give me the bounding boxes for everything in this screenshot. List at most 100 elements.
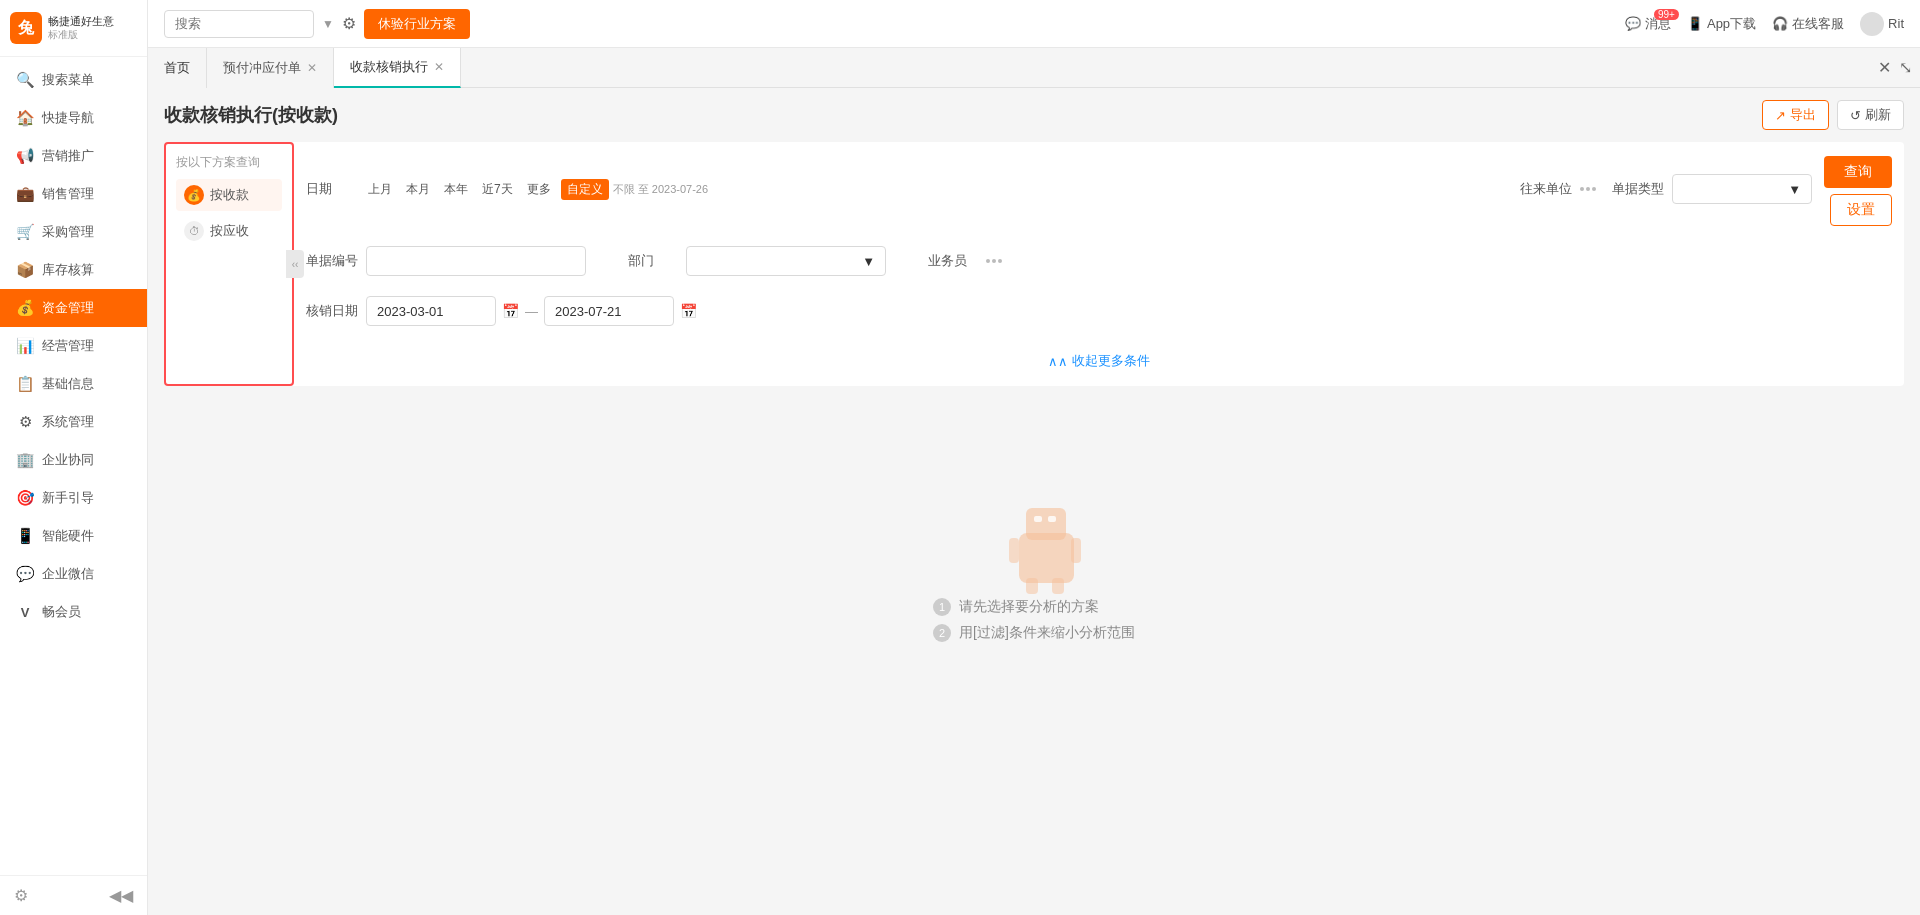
app-download-button[interactable]: 📱 App下载: [1687, 15, 1756, 33]
sidebar-item-basicinfo[interactable]: 📋 基础信息: [0, 365, 147, 403]
sidebar-item-hardware[interactable]: 📱 智能硬件: [0, 517, 147, 555]
tab-prepay-label: 预付冲应付单: [223, 59, 301, 77]
date-7days[interactable]: 近7天: [478, 179, 517, 200]
voucherno-input[interactable]: [366, 246, 586, 276]
topbar-dropdown-icon[interactable]: ▼: [322, 17, 334, 31]
settings-button[interactable]: 设置: [1830, 194, 1892, 226]
date-field-group: 日期 上月 本月 本年 近7天 更多 自定义: [306, 179, 609, 200]
sidebar-item-label: 营销推广: [42, 147, 94, 165]
guide-icon: 🎯: [16, 489, 34, 507]
date-this-month[interactable]: 本月: [402, 179, 434, 200]
svg-rect-6: [1026, 578, 1038, 594]
tab-receipt-label: 收款核销执行: [350, 58, 428, 76]
staff-dots[interactable]: [986, 259, 1002, 263]
refresh-icon: ↺: [1850, 108, 1861, 123]
vouchertype-select[interactable]: ▼: [1672, 174, 1812, 204]
tab-prepay-close-icon[interactable]: ✕: [307, 61, 317, 75]
sidebar: 兔 畅捷通好生意 标准版 🔍 搜索菜单 🏠 快捷导航 📢 营销推广 💼 销售管理…: [0, 0, 148, 915]
search-buttons: 查询 设置: [1824, 152, 1892, 226]
sidebar-item-member[interactable]: V 畅会员: [0, 593, 147, 631]
counterpart-field-group: 往来单位: [1520, 180, 1596, 198]
no-limit-text: 不限 至 2023-07-26: [613, 182, 708, 197]
staff-label: 业务员: [928, 252, 978, 270]
date-custom[interactable]: 自定义: [561, 179, 609, 200]
verify-date-label: 核销日期: [306, 302, 358, 320]
sidebar-item-wechat[interactable]: 💬 企业微信: [0, 555, 147, 593]
sidebar-item-purchase[interactable]: 🛒 采购管理: [0, 213, 147, 251]
purchase-icon: 🛒: [16, 223, 34, 241]
date-dash: —: [525, 304, 538, 319]
tab-expand-icon[interactable]: ⤡: [1899, 58, 1912, 77]
service-icon: 🎧: [1772, 16, 1788, 31]
message-button[interactable]: 💬 消息 99+: [1625, 15, 1671, 33]
empty-robot-illustration: [984, 478, 1084, 578]
sidebar-item-label: 销售管理: [42, 185, 94, 203]
search-icon: 🔍: [16, 71, 34, 89]
sidebar-item-guide[interactable]: 🎯 新手引导: [0, 479, 147, 517]
topbar-gear-icon[interactable]: ⚙: [342, 14, 356, 33]
sidebar-item-search[interactable]: 🔍 搜索菜单: [0, 61, 147, 99]
user-menu[interactable]: Rit: [1860, 12, 1904, 36]
filter-sidebar: 按以下方案查询 💰 按收款 ⏱ 按应收 ‹‹: [164, 142, 294, 386]
sidebar-item-label: 企业微信: [42, 565, 94, 583]
tab-receipt[interactable]: 收款核销执行 ✕: [334, 48, 461, 88]
sidebar-item-system[interactable]: ⚙ 系统管理: [0, 403, 147, 441]
svg-rect-3: [1048, 516, 1056, 522]
sidebar-item-marketing[interactable]: 📢 营销推广: [0, 137, 147, 175]
tip-item-2: 2 用[过滤]条件来缩小分析范围: [933, 624, 1135, 642]
svg-rect-1: [1026, 508, 1066, 540]
counterpart-dots[interactable]: [1580, 187, 1596, 191]
refresh-button[interactable]: ↺ 刷新: [1837, 100, 1904, 130]
sidebar-item-label: 采购管理: [42, 223, 94, 241]
topbar-search-input[interactable]: [164, 10, 314, 38]
user-name: Rit: [1888, 16, 1904, 31]
sidebar-item-quicknav[interactable]: 🏠 快捷导航: [0, 99, 147, 137]
sidebar-item-inventory[interactable]: 📦 库存核算: [0, 251, 147, 289]
filter-receivable-icon: ⏱: [184, 221, 204, 241]
settings-footer-icon[interactable]: ⚙: [14, 886, 28, 905]
svg-rect-5: [1071, 538, 1081, 563]
export-button[interactable]: ↗ 导出: [1762, 100, 1829, 130]
hardware-icon: 📱: [16, 527, 34, 545]
verify-date-start-input[interactable]: [366, 296, 496, 326]
sidebar-item-label: 基础信息: [42, 375, 94, 393]
filter-option-by-receipt[interactable]: 💰 按收款: [176, 179, 282, 211]
export-label: 导出: [1790, 106, 1816, 124]
verify-start-calendar-icon[interactable]: 📅: [502, 303, 519, 319]
solution-button[interactable]: 休验行业方案: [364, 9, 470, 39]
app-name: 畅捷通好生意: [48, 14, 114, 28]
sidebar-item-label: 资金管理: [42, 299, 94, 317]
sidebar-item-sales[interactable]: 💼 销售管理: [0, 175, 147, 213]
sidebar-item-finance[interactable]: 💰 资金管理: [0, 289, 147, 327]
filter-option-by-receivable[interactable]: ⏱ 按应收: [176, 215, 282, 247]
tab-close-all-icon[interactable]: ✕: [1878, 58, 1891, 77]
service-label: 在线客服: [1792, 15, 1844, 33]
message-icon: 💬: [1625, 16, 1641, 31]
service-button[interactable]: 🎧 在线客服: [1772, 15, 1844, 33]
finance-icon: 💰: [16, 299, 34, 317]
tab-receipt-close-icon[interactable]: ✕: [434, 60, 444, 74]
date-this-year[interactable]: 本年: [440, 179, 472, 200]
date-more[interactable]: 更多: [523, 179, 555, 200]
tabbar: 首页 预付冲应付单 ✕ 收款核销执行 ✕ ✕ ⤡: [148, 48, 1920, 88]
sidebar-collapse-arrow[interactable]: ‹‹: [286, 250, 304, 278]
collapse-more-button[interactable]: ∧∧ 收起更多条件: [306, 346, 1892, 376]
tabbar-right: ✕ ⤡: [1878, 58, 1920, 77]
verify-end-calendar-icon[interactable]: 📅: [680, 303, 697, 319]
search-button[interactable]: 查询: [1824, 156, 1892, 188]
tab-home[interactable]: 首页: [148, 48, 207, 88]
svg-rect-0: [1019, 533, 1074, 583]
dept-select[interactable]: ▼: [686, 246, 886, 276]
logo-icon: 兔: [10, 12, 42, 44]
voucherno-field-group: 单据编号: [306, 246, 586, 276]
sidebar-item-operations[interactable]: 📊 经营管理: [0, 327, 147, 365]
date-last-month[interactable]: 上月: [364, 179, 396, 200]
tab-prepay[interactable]: 预付冲应付单 ✕: [207, 48, 334, 88]
user-avatar: [1860, 12, 1884, 36]
tip-text-1: 请先选择要分析的方案: [959, 598, 1099, 616]
sidebar-item-enterprise[interactable]: 🏢 企业协同: [0, 441, 147, 479]
collapse-sidebar-icon[interactable]: ◀◀: [109, 886, 133, 905]
app-edition: 标准版: [48, 28, 114, 42]
filter-row-1: 日期 上月 本月 本年 近7天 更多 自定义 不限 至 2023-07-26: [306, 152, 1892, 226]
verify-date-end-input[interactable]: [544, 296, 674, 326]
